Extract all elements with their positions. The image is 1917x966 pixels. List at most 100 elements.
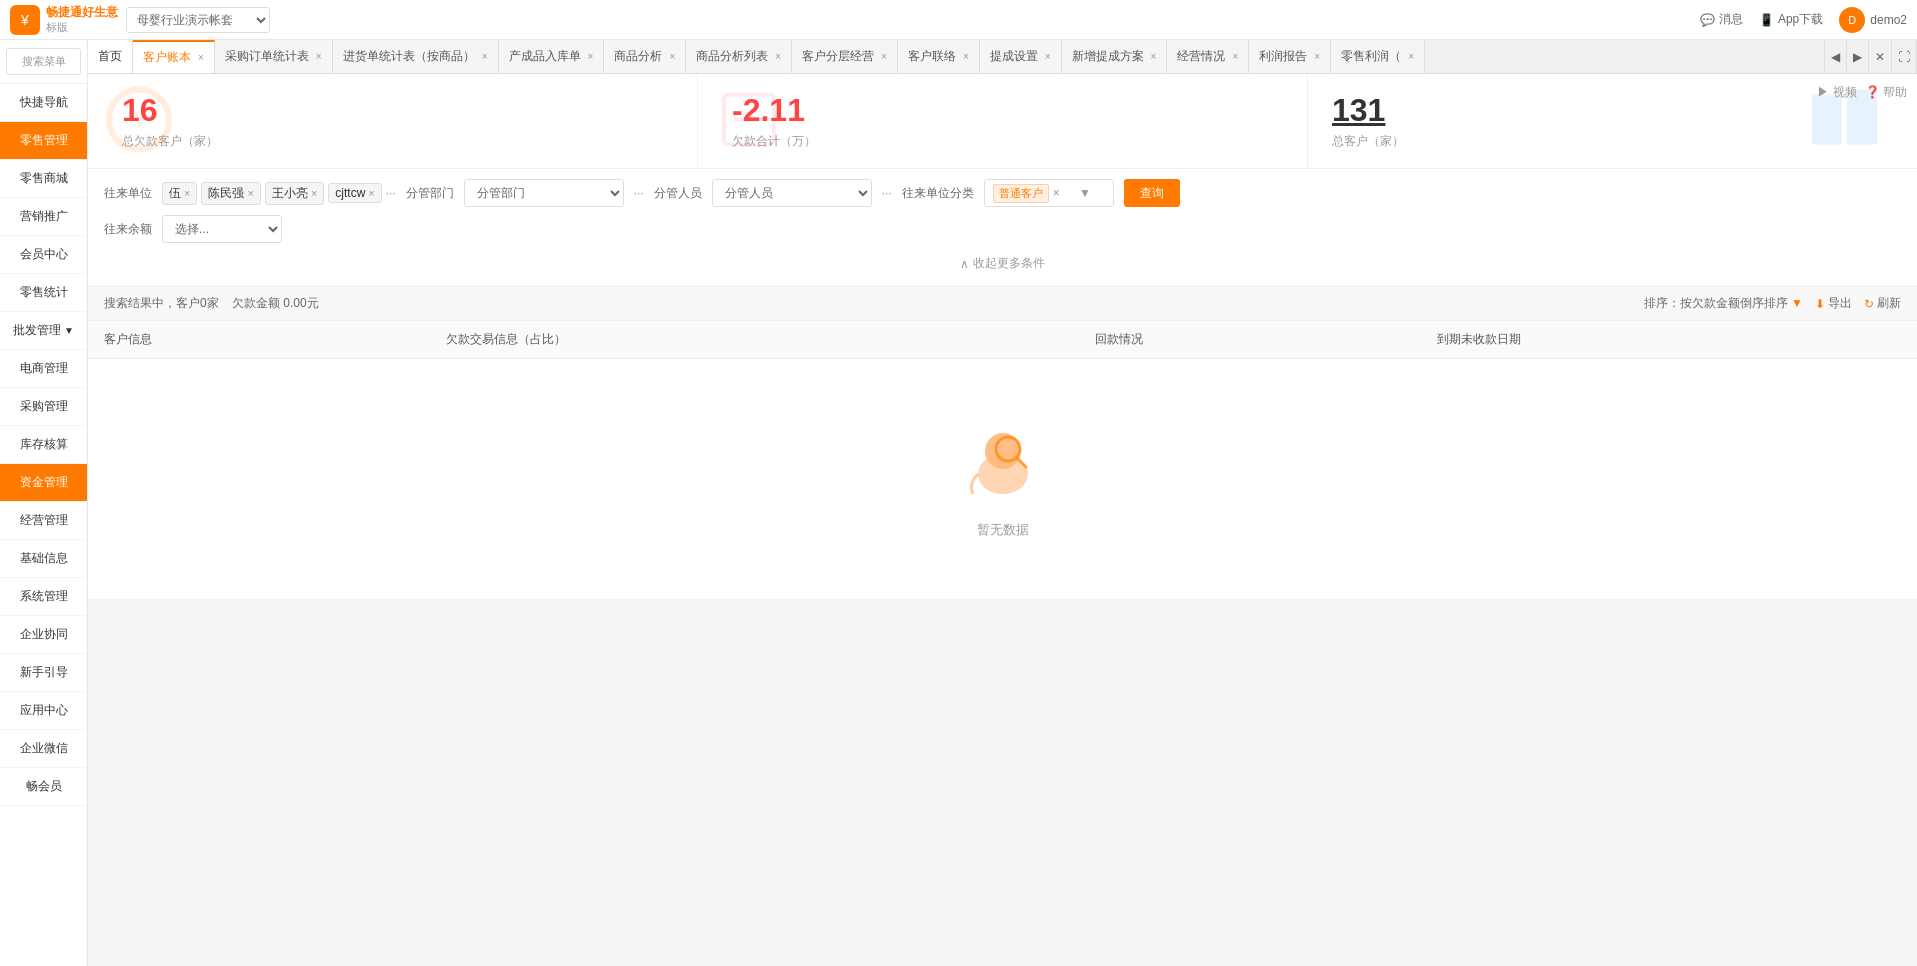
message-btn[interactable]: 💬 消息 bbox=[1700, 11, 1743, 28]
sidebar-item-new-guide[interactable]: 新手引导 bbox=[0, 654, 87, 692]
col-repayment: 回款情况 bbox=[1079, 321, 1421, 359]
col-customer-info: 客户信息 bbox=[88, 321, 430, 359]
sidebar-item-retail-mall[interactable]: 零售商城 bbox=[0, 160, 87, 198]
tab-close-new-achievement[interactable]: × bbox=[1151, 51, 1157, 62]
svg-text:¥: ¥ bbox=[132, 107, 146, 132]
col-debt-info: 欠款交易信息（占比） bbox=[430, 321, 1080, 359]
tab-close-product-analysis[interactable]: × bbox=[669, 51, 675, 62]
tag-close-chen[interactable]: × bbox=[247, 187, 253, 199]
sidebar-item-finance[interactable]: 资金管理 bbox=[0, 464, 87, 502]
tab-close-product-analysis-list[interactable]: × bbox=[775, 51, 781, 62]
company-selector[interactable]: 母婴行业演示帐套 bbox=[126, 7, 270, 33]
tab-close-product-inbound[interactable]: × bbox=[588, 51, 594, 62]
refresh-btn[interactable]: ↻ 刷新 bbox=[1864, 295, 1901, 312]
tab-product-analysis-list[interactable]: 商品分析列表 × bbox=[686, 40, 792, 74]
app-download-btn[interactable]: 📱 App下载 bbox=[1759, 11, 1823, 28]
person-select-wrap: 分管人员 bbox=[712, 179, 872, 207]
sidebar-item-enterprise-collab[interactable]: 企业协同 bbox=[0, 616, 87, 654]
tab-new-achievement[interactable]: 新增提成方案 × bbox=[1062, 40, 1168, 74]
sidebar-item-marketing[interactable]: 营销推广 bbox=[0, 198, 87, 236]
tab-customer-tiering[interactable]: 客户分层经营 × bbox=[792, 40, 898, 74]
person-more-btn[interactable]: ··· bbox=[882, 186, 892, 200]
tab-close-profit-report[interactable]: × bbox=[1314, 51, 1320, 62]
stat-card-debt-amount: -2.11 欠款合计（万） bbox=[698, 74, 1308, 168]
tab-close-retail-profit[interactable]: × bbox=[1408, 51, 1414, 62]
sidebar-item-member-plan[interactable]: 畅会员 bbox=[0, 768, 87, 806]
tab-next-btn[interactable]: ▶ bbox=[1847, 40, 1869, 74]
tab-home[interactable]: 首页 bbox=[88, 40, 133, 74]
phone-icon: 📱 bbox=[1759, 13, 1774, 27]
sidebar-item-retail-stats[interactable]: 零售统计 bbox=[0, 274, 87, 312]
stat-card-debtors: ¥ 16 总欠款客户（家） bbox=[88, 74, 698, 168]
tag-close-wang[interactable]: × bbox=[311, 187, 317, 199]
main-layout: 搜索菜单 快捷导航 零售管理 零售商城 营销推广 会员中心 零售统计 批发管理 … bbox=[0, 40, 1917, 966]
sidebar-item-purchase[interactable]: 采购管理 bbox=[0, 388, 87, 426]
sort-chevron-icon: ▼ bbox=[1791, 296, 1803, 310]
tab-retail-profit[interactable]: 零售利润（ × bbox=[1331, 40, 1425, 74]
tab-product-analysis[interactable]: 商品分析 × bbox=[604, 40, 686, 74]
sidebar-item-ecommerce[interactable]: 电商管理 bbox=[0, 350, 87, 388]
tab-product-inbound[interactable]: 产成品入库单 × bbox=[499, 40, 605, 74]
refresh-icon: ↻ bbox=[1864, 297, 1874, 311]
tab-expand-btn[interactable]: ⛶ bbox=[1892, 40, 1917, 74]
tab-inbound-stats[interactable]: 进货单统计表（按商品） × bbox=[333, 40, 499, 74]
tab-close-accounts[interactable]: × bbox=[198, 52, 204, 63]
chevron-up-icon: ∧ bbox=[960, 257, 969, 271]
tab-close-reminder-settings[interactable]: × bbox=[1045, 51, 1051, 62]
filter-tag-wang: 王小亮 × bbox=[265, 182, 324, 205]
user-area[interactable]: D demo2 bbox=[1839, 7, 1907, 33]
tag-close-cjttcw[interactable]: × bbox=[368, 187, 374, 199]
help-btn[interactable]: ❓ 帮助 bbox=[1865, 84, 1907, 101]
tab-profit-report[interactable]: 利润报告 × bbox=[1249, 40, 1331, 74]
tab-close-inbound-stats[interactable]: × bbox=[482, 51, 488, 62]
tab-purchase-orders[interactable]: 采购订单统计表 × bbox=[215, 40, 333, 74]
export-btn[interactable]: ⬇ 导出 bbox=[1815, 295, 1852, 312]
filter-row-2: 往来余额 选择... bbox=[104, 215, 1901, 243]
unit-class-select[interactable]: 普通客户 × ▼ bbox=[984, 179, 1114, 207]
tab-customer-contact[interactable]: 客户联络 × bbox=[898, 40, 980, 74]
sidebar-search-area: 搜索菜单 bbox=[0, 40, 87, 84]
tab-accounts[interactable]: 客户账本 × bbox=[133, 40, 215, 74]
sidebar-item-system[interactable]: 系统管理 bbox=[0, 578, 87, 616]
sidebar-item-inventory[interactable]: 库存核算 bbox=[0, 426, 87, 464]
unit-class-tag-close[interactable]: × bbox=[1053, 186, 1060, 200]
svg-rect-4 bbox=[1812, 95, 1842, 145]
tab-close-customer-tiering[interactable]: × bbox=[881, 51, 887, 62]
video-btn[interactable]: ▶ 视频 bbox=[1817, 84, 1856, 101]
dept-select[interactable]: 分管部门 bbox=[464, 179, 624, 207]
tab-close-operations[interactable]: × bbox=[1232, 51, 1238, 62]
video-icon: ▶ bbox=[1817, 85, 1829, 99]
col-due-date: 到期未收款日期 bbox=[1421, 321, 1917, 359]
unit-class-select-wrap: 普通客户 × ▼ bbox=[984, 179, 1114, 207]
more-tags-btn[interactable]: ··· bbox=[386, 186, 396, 200]
table-header-row: 客户信息 欠款交易信息（占比） 回款情况 到期未收款日期 bbox=[88, 321, 1917, 359]
sidebar-item-basic-info[interactable]: 基础信息 bbox=[0, 540, 87, 578]
query-btn[interactable]: 查询 bbox=[1124, 179, 1180, 207]
dept-more-btn[interactable]: ··· bbox=[634, 186, 644, 200]
tag-close-wu[interactable]: × bbox=[184, 187, 190, 199]
filter-tags-unit: 伍 × 陈民强 × 王小亮 × cjttcw × bbox=[162, 182, 396, 205]
search-menu-btn[interactable]: 搜索菜单 bbox=[6, 48, 81, 75]
sidebar-item-retail[interactable]: 零售管理 bbox=[0, 122, 87, 160]
unit-class-chevron: ▼ bbox=[1079, 186, 1091, 200]
tab-operations[interactable]: 经营情况 × bbox=[1167, 40, 1249, 74]
sidebar-item-app-center[interactable]: 应用中心 bbox=[0, 692, 87, 730]
balance-select[interactable]: 选择... bbox=[162, 215, 282, 243]
sidebar-item-operations[interactable]: 经营管理 bbox=[0, 502, 87, 540]
filter-row-1: 往来单位 伍 × 陈民强 × 王小亮 × bbox=[104, 179, 1901, 207]
tab-close-purchase-orders[interactable]: × bbox=[316, 51, 322, 62]
tab-prev-btn[interactable]: ◀ bbox=[1825, 40, 1847, 74]
filter-tag-wu: 伍 × bbox=[162, 182, 197, 205]
sidebar-item-quick-nav[interactable]: 快捷导航 bbox=[0, 84, 87, 122]
stat-debt-label: 欠款合计（万） bbox=[732, 133, 1283, 150]
tab-close-customer-contact[interactable]: × bbox=[963, 51, 969, 62]
sidebar-item-wholesale[interactable]: 批发管理 ▼ bbox=[0, 312, 87, 350]
balance-select-wrap: 选择... bbox=[162, 215, 282, 243]
unit-class-tag: 普通客户 bbox=[993, 184, 1049, 203]
tab-close-all-btn[interactable]: ✕ bbox=[1869, 40, 1892, 74]
sidebar-item-member[interactable]: 会员中心 bbox=[0, 236, 87, 274]
tab-reminder-settings[interactable]: 提成设置 × bbox=[980, 40, 1062, 74]
sidebar-item-enterprise-wechat[interactable]: 企业微信 bbox=[0, 730, 87, 768]
collapse-btn[interactable]: ∧ 收起更多条件 bbox=[952, 251, 1053, 276]
person-select[interactable]: 分管人员 bbox=[712, 179, 872, 207]
